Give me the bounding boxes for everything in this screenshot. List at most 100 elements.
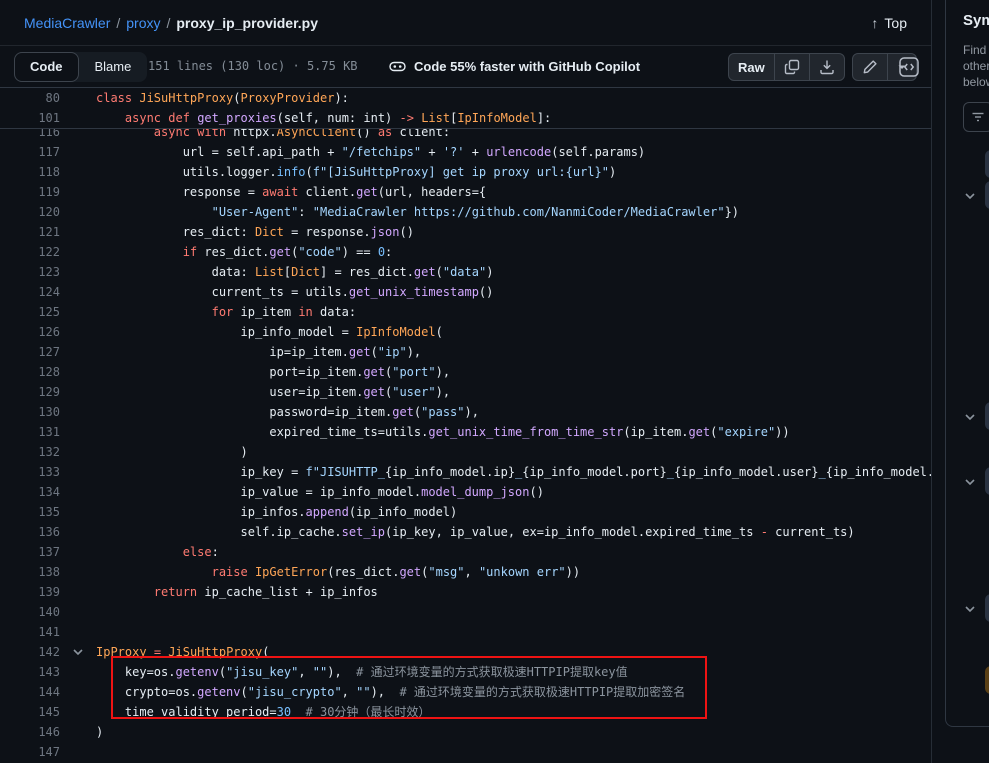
code-line: 119 response = await client.get(url, hea… — [0, 182, 931, 202]
breadcrumb-separator: / — [160, 15, 176, 31]
breadcrumb-repo-link[interactable]: MediaCrawler — [24, 15, 110, 31]
symbols-panel-description: Find definitions and references for func… — [963, 42, 989, 90]
line-number[interactable]: 121 — [0, 222, 60, 242]
symbol-chip[interactable] — [985, 150, 989, 178]
line-number[interactable]: 130 — [0, 402, 60, 422]
line-number[interactable]: 144 — [0, 682, 60, 702]
line-number[interactable]: 127 — [0, 342, 60, 362]
line-number[interactable]: 126 — [0, 322, 60, 342]
tab-blame[interactable]: Blame — [79, 52, 148, 82]
filter-symbols-button[interactable] — [963, 102, 989, 132]
code-text: raise IpGetError(res_dict.get("msg", "un… — [96, 562, 931, 582]
code-line: 126 ip_info_model = IpInfoModel( — [0, 322, 931, 342]
line-number[interactable]: 141 — [0, 622, 60, 642]
symbol-chip[interactable] — [985, 594, 989, 622]
download-icon — [819, 59, 835, 75]
fold-gutter — [60, 422, 96, 442]
line-number[interactable]: 123 — [0, 262, 60, 282]
fold-gutter — [60, 129, 96, 142]
code-text: res_dict: Dict = response.json() — [96, 222, 931, 242]
line-number[interactable]: 143 — [0, 662, 60, 682]
code-line: 130 password=ip_item.get("pass"), — [0, 402, 931, 422]
line-number[interactable]: 125 — [0, 302, 60, 322]
line-number[interactable]: 124 — [0, 282, 60, 302]
line-number[interactable]: 137 — [0, 542, 60, 562]
symbols-sidebar: Symbols Find definitions and references … — [945, 0, 989, 727]
code-line: 147 — [0, 742, 931, 762]
symbol-list-item — [946, 666, 989, 694]
chevron-down-icon[interactable] — [964, 475, 976, 493]
line-number[interactable]: 139 — [0, 582, 60, 602]
line-number[interactable]: 136 — [0, 522, 60, 542]
fold-gutter — [60, 142, 96, 162]
symbol-chip[interactable] — [985, 666, 989, 694]
chevron-down-icon[interactable] — [964, 189, 976, 207]
code-text: ip_key = f"JISUHTTP_{ip_info_model.ip}_{… — [96, 462, 931, 482]
code-text: response = await client.get(url, headers… — [96, 182, 931, 202]
tab-code[interactable]: Code — [14, 52, 79, 82]
symbol-chip[interactable] — [985, 467, 989, 495]
code-line: 143 key=os.getenv("jisu_key", ""), # 通过环… — [0, 662, 931, 682]
fold-gutter — [60, 742, 96, 762]
fold-gutter — [60, 482, 96, 502]
line-number[interactable]: 135 — [0, 502, 60, 522]
line-number[interactable]: 119 — [0, 182, 60, 202]
symbol-chip[interactable] — [985, 402, 989, 430]
code-text: return ip_cache_list + ip_infos — [96, 582, 931, 602]
scroll-to-top-button[interactable]: ↑ Top — [871, 15, 907, 31]
line-number[interactable]: 120 — [0, 202, 60, 222]
line-number[interactable]: 146 — [0, 722, 60, 742]
line-number[interactable]: 116 — [0, 129, 60, 142]
breadcrumb-folder-link[interactable]: proxy — [126, 15, 160, 31]
clipped-code-line: 116 async with httpx.AsyncClient() as cl… — [0, 129, 931, 142]
line-number[interactable]: 131 — [0, 422, 60, 442]
copy-button[interactable] — [775, 54, 810, 80]
copilot-banner-text: Code 55% faster with GitHub Copilot — [414, 59, 640, 74]
code-blame-switch: Code Blame — [14, 52, 147, 82]
line-number[interactable]: 117 — [0, 142, 60, 162]
line-number[interactable]: 132 — [0, 442, 60, 462]
fold-chevron-icon[interactable] — [60, 642, 96, 662]
download-button[interactable] — [810, 54, 844, 80]
chevron-down-icon[interactable] — [964, 410, 976, 428]
fold-gutter — [60, 622, 96, 642]
line-number[interactable]: 142 — [0, 642, 60, 662]
pencil-icon — [862, 59, 878, 75]
symbols-panel-toggle-button[interactable] — [898, 56, 920, 78]
line-number[interactable]: 101 — [0, 108, 60, 128]
symbols-description-line: other symbols in this file by clicking a… — [963, 58, 989, 74]
symbol-chip[interactable] — [985, 181, 989, 209]
symbol-list-item — [946, 467, 989, 495]
code-lines: 117 url = self.api_path + "/fetchips" + … — [0, 142, 931, 762]
line-number[interactable]: 147 — [0, 742, 60, 762]
line-number[interactable]: 145 — [0, 702, 60, 722]
code-text: ) — [96, 442, 931, 462]
symbol-list-item — [946, 150, 989, 178]
code-line: 132 ) — [0, 442, 931, 462]
fold-gutter — [60, 442, 96, 462]
fold-gutter — [60, 682, 96, 702]
symbol-list-item — [946, 181, 989, 209]
fold-gutter — [60, 382, 96, 402]
code-line: 134 ip_value = ip_info_model.model_dump_… — [0, 482, 931, 502]
copilot-banner[interactable]: Code 55% faster with GitHub Copilot — [389, 58, 640, 74]
file-toolbar: Code Blame 151 lines (130 loc) · 5.75 KB… — [0, 46, 931, 88]
line-number[interactable]: 122 — [0, 242, 60, 262]
chevron-down-icon[interactable] — [964, 602, 976, 620]
code-line: 133 ip_key = f"JISUHTTP_{ip_info_model.i… — [0, 462, 931, 482]
breadcrumb-filename: proxy_ip_provider.py — [176, 15, 318, 31]
line-number[interactable]: 80 — [0, 88, 60, 108]
line-number[interactable]: 129 — [0, 382, 60, 402]
code-text: password=ip_item.get("pass"), — [96, 402, 931, 422]
line-number[interactable]: 128 — [0, 362, 60, 382]
raw-button[interactable]: Raw — [729, 54, 775, 80]
line-number[interactable]: 140 — [0, 602, 60, 622]
copy-icon — [784, 59, 800, 75]
line-number[interactable]: 118 — [0, 162, 60, 182]
line-number[interactable]: 133 — [0, 462, 60, 482]
fold-gutter — [60, 342, 96, 362]
line-number[interactable]: 138 — [0, 562, 60, 582]
edit-button[interactable] — [853, 54, 888, 80]
fold-gutter — [60, 282, 96, 302]
line-number[interactable]: 134 — [0, 482, 60, 502]
